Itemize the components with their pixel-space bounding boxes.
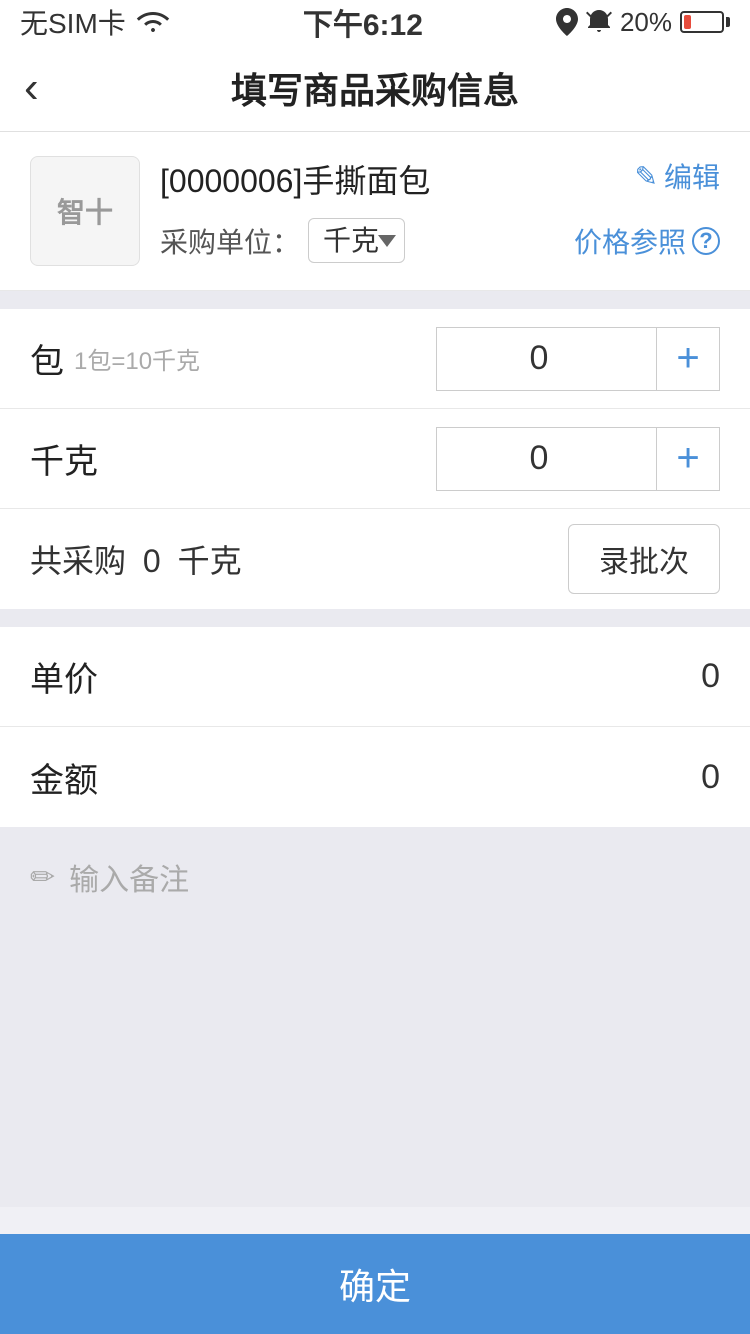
- note-section[interactable]: ✏ 输入备注: [0, 827, 750, 927]
- battery-icon: [680, 11, 730, 33]
- status-bar: 无SIM卡 下午6:12 20%: [0, 0, 750, 44]
- kg-input-wrap: +: [436, 427, 720, 491]
- summary-prefix: 共采购: [30, 543, 126, 579]
- section-divider-1: [0, 291, 750, 309]
- summary-text: 共采购 0 千克: [30, 536, 242, 582]
- price-ref-label: 价格参照: [574, 221, 686, 261]
- kg-input-row: 千克 +: [0, 409, 750, 509]
- edit-button[interactable]: ✎ 编辑: [635, 156, 720, 196]
- amount-value: 0: [701, 758, 720, 797]
- confirm-button[interactable]: 确定: [0, 1234, 750, 1334]
- status-right: 20%: [556, 7, 730, 38]
- summary-row: 共采购 0 千克 录批次: [0, 509, 750, 609]
- bag-plus-button[interactable]: +: [656, 327, 720, 391]
- kg-plus-button[interactable]: +: [656, 427, 720, 491]
- section-divider-2: [0, 609, 750, 627]
- note-icon: ✏: [30, 860, 55, 895]
- confirm-label: 确定: [339, 1258, 411, 1310]
- battery-percent: 20%: [620, 7, 672, 38]
- bag-input[interactable]: [436, 327, 656, 391]
- kg-input[interactable]: [436, 427, 656, 491]
- unit-select[interactable]: 千克: [308, 218, 405, 263]
- carrier-text: 无SIM卡: [20, 2, 126, 42]
- summary-unit: 千克: [178, 543, 242, 579]
- status-left: 无SIM卡: [20, 2, 170, 42]
- product-name: [0000006]手撕面包: [160, 156, 635, 202]
- nav-bar: ‹ 填写商品采购信息: [0, 44, 750, 132]
- location-icon: [556, 8, 578, 36]
- product-header: [0000006]手撕面包 ✎ 编辑: [160, 156, 720, 202]
- unit-price-value: 0: [701, 657, 720, 696]
- bag-input-wrap: +: [436, 327, 720, 391]
- bag-input-row: 包 1包=10千克 +: [0, 309, 750, 409]
- price-ref-icon: ?: [692, 227, 720, 255]
- unit-label: 采购单位：: [160, 221, 300, 261]
- price-section: 单价 0 金额 0: [0, 627, 750, 827]
- product-image: 智十: [30, 156, 140, 266]
- amount-label: 金额: [30, 753, 98, 802]
- product-logo: 智十: [57, 191, 113, 231]
- edit-icon: ✎: [635, 160, 658, 193]
- status-time: 下午6:12: [303, 0, 423, 44]
- note-placeholder: 输入备注: [69, 855, 189, 899]
- unit-row: 采购单位： 千克 价格参照 ?: [160, 218, 720, 263]
- alarm-icon: [586, 8, 612, 36]
- kg-label: 千克: [30, 434, 98, 483]
- unit-price-label: 单价: [30, 652, 98, 701]
- page-title: 填写商品采购信息: [231, 62, 519, 114]
- input-section: 包 1包=10千克 + 千克 +: [0, 309, 750, 509]
- record-batch-button[interactable]: 录批次: [568, 524, 720, 594]
- back-button[interactable]: ‹: [24, 66, 39, 110]
- price-ref-button[interactable]: 价格参照 ?: [574, 221, 720, 261]
- edit-label: 编辑: [664, 156, 720, 196]
- wifi-icon: [136, 10, 170, 34]
- unit-price-row: 单价 0: [0, 627, 750, 727]
- content-background: [0, 927, 750, 1207]
- amount-row: 金额 0: [0, 727, 750, 827]
- summary-quantity: 0: [143, 543, 161, 579]
- bag-label: 包: [30, 334, 64, 383]
- product-info: [0000006]手撕面包 ✎ 编辑 采购单位： 千克 价格参照 ?: [160, 156, 720, 263]
- bag-sublabel: 1包=10千克: [74, 341, 436, 376]
- product-card: 智十 [0000006]手撕面包 ✎ 编辑 采购单位： 千克 价格参照 ?: [0, 132, 750, 291]
